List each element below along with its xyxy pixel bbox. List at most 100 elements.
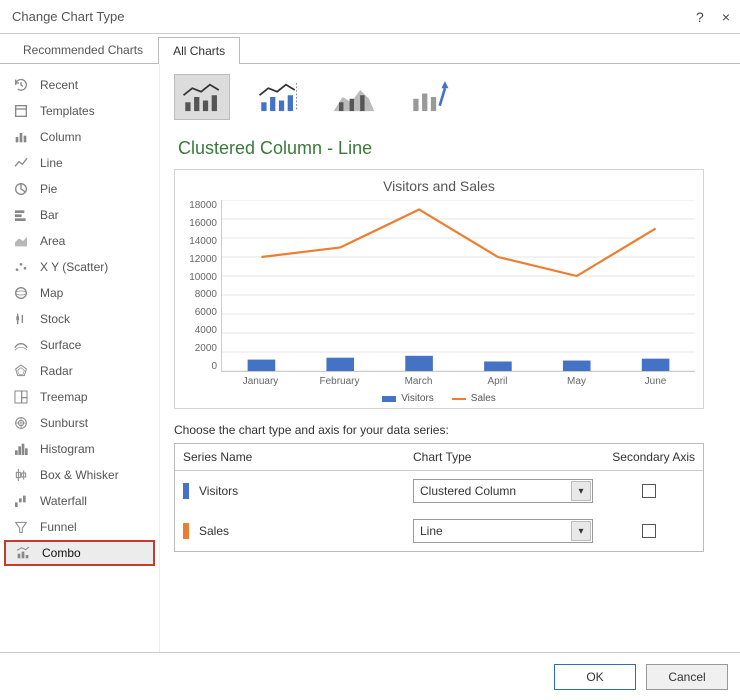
sidebar-item-label: Radar [40, 364, 73, 378]
subtype-thumbnails [174, 74, 726, 120]
cancel-button[interactable]: Cancel [646, 664, 728, 690]
sidebar-item-label: Waterfall [40, 494, 87, 508]
thumb-custom-combo[interactable] [402, 74, 458, 120]
sidebar-item-label: Area [40, 234, 65, 248]
plot-area [221, 200, 695, 372]
area-icon [12, 233, 30, 249]
chart-type-select-sales[interactable]: Line ▾ [413, 519, 593, 543]
series-row-visitors: Visitors Clustered Column ▾ [175, 471, 703, 511]
waterfall-icon [12, 493, 30, 509]
sidebar-item-histogram[interactable]: Histogram [4, 436, 155, 462]
sidebar-item-label: Funnel [40, 520, 77, 534]
subtype-title: Clustered Column - Line [178, 138, 726, 159]
titlebar: Change Chart Type ? × [0, 0, 740, 34]
sidebar-item-recent[interactable]: Recent [4, 72, 155, 98]
radar-icon [12, 363, 30, 379]
chevron-down-icon: ▾ [571, 521, 591, 541]
ok-button[interactable]: OK [554, 664, 636, 690]
legend: Visitors Sales [183, 393, 695, 404]
sidebar: Recent Templates Column Line Pie Bar Are… [0, 64, 160, 652]
sidebar-item-label: Histogram [40, 442, 95, 456]
sunburst-icon [12, 415, 30, 431]
sidebar-item-waterfall[interactable]: Waterfall [4, 488, 155, 514]
sidebar-item-radar[interactable]: Radar [4, 358, 155, 384]
sidebar-item-label: Treemap [40, 390, 88, 404]
x-axis-labels: JanuaryFebruaryMarchAprilMayJune [221, 372, 695, 387]
sidebar-item-label: Bar [40, 208, 59, 222]
scatter-icon [12, 259, 30, 275]
sidebar-item-label: Recent [40, 78, 78, 92]
tabs: Recommended Charts All Charts [0, 34, 740, 64]
main-panel: Clustered Column - Line Visitors and Sal… [160, 64, 740, 652]
sidebar-item-stock[interactable]: Stock [4, 306, 155, 332]
thumb-clustered-column-line[interactable] [174, 74, 230, 120]
series-table: Series Name Chart Type Secondary Axis Vi… [174, 443, 704, 552]
series-name-visitors: Visitors [199, 484, 238, 498]
sidebar-item-bar[interactable]: Bar [4, 202, 155, 228]
chart-type-select-visitors[interactable]: Clustered Column ▾ [413, 479, 593, 503]
box-whisker-icon [12, 467, 30, 483]
recent-icon [12, 77, 30, 93]
stock-icon [12, 311, 30, 327]
thumb-clustered-column-line-secondary[interactable] [250, 74, 306, 120]
close-icon[interactable]: × [722, 9, 730, 25]
treemap-icon [12, 389, 30, 405]
line-icon [12, 155, 30, 171]
series-name-sales: Sales [199, 524, 229, 538]
histogram-icon [12, 441, 30, 457]
sidebar-item-label: Line [40, 156, 63, 170]
templates-icon [12, 103, 30, 119]
series-swatch-visitors [183, 483, 189, 499]
surface-icon [12, 337, 30, 353]
sidebar-item-label: Column [40, 130, 81, 144]
tab-recommended-charts[interactable]: Recommended Charts [8, 36, 158, 63]
sidebar-item-treemap[interactable]: Treemap [4, 384, 155, 410]
secondary-axis-checkbox-sales[interactable] [642, 524, 656, 538]
sidebar-item-area[interactable]: Area [4, 228, 155, 254]
sidebar-item-map[interactable]: Map [4, 280, 155, 306]
y-axis-labels: 1800016000140001200010000800060004000200… [183, 200, 221, 372]
series-row-sales: Sales Line ▾ [175, 511, 703, 551]
sidebar-item-box-whisker[interactable]: Box & Whisker [4, 462, 155, 488]
secondary-axis-checkbox-visitors[interactable] [642, 484, 656, 498]
sidebar-item-surface[interactable]: Surface [4, 332, 155, 358]
pie-icon [12, 181, 30, 197]
sidebar-item-line[interactable]: Line [4, 150, 155, 176]
funnel-icon [12, 519, 30, 535]
sidebar-item-funnel[interactable]: Funnel [4, 514, 155, 540]
sidebar-item-label: Map [40, 286, 63, 300]
sidebar-item-sunburst[interactable]: Sunburst [4, 410, 155, 436]
dialog-footer: OK Cancel [0, 652, 740, 700]
sidebar-item-combo[interactable]: Combo [4, 540, 155, 566]
sidebar-item-label: X Y (Scatter) [40, 260, 108, 274]
sidebar-item-templates[interactable]: Templates [4, 98, 155, 124]
sidebar-item-column[interactable]: Column [4, 124, 155, 150]
sidebar-item-label: Combo [42, 546, 81, 560]
sidebar-item-label: Pie [40, 182, 57, 196]
col-header-secondary-axis: Secondary Axis [603, 450, 695, 464]
sidebar-item-label: Templates [40, 104, 95, 118]
sidebar-item-label: Stock [40, 312, 70, 326]
help-icon[interactable]: ? [696, 9, 704, 25]
bar-icon [12, 207, 30, 223]
combo-icon [14, 545, 32, 561]
series-swatch-sales [183, 523, 189, 539]
sidebar-item-label: Surface [40, 338, 81, 352]
tab-all-charts[interactable]: All Charts [158, 37, 240, 64]
series-caption: Choose the chart type and axis for your … [174, 423, 726, 437]
chevron-down-icon: ▾ [571, 481, 591, 501]
sidebar-item-label: Sunburst [40, 416, 88, 430]
column-icon [12, 129, 30, 145]
window-title: Change Chart Type [12, 9, 125, 24]
sidebar-item-pie[interactable]: Pie [4, 176, 155, 202]
sidebar-item-label: Box & Whisker [40, 468, 119, 482]
col-header-chart-type: Chart Type [413, 450, 603, 464]
legend-sales: Sales [452, 393, 496, 404]
chart-title: Visitors and Sales [183, 178, 695, 194]
legend-visitors: Visitors [382, 393, 434, 404]
map-icon [12, 285, 30, 301]
sidebar-item-scatter[interactable]: X Y (Scatter) [4, 254, 155, 280]
thumb-stacked-area-column[interactable] [326, 74, 382, 120]
col-header-series-name: Series Name [183, 450, 413, 464]
chart-preview[interactable]: Visitors and Sales 180001600014000120001… [174, 169, 704, 409]
